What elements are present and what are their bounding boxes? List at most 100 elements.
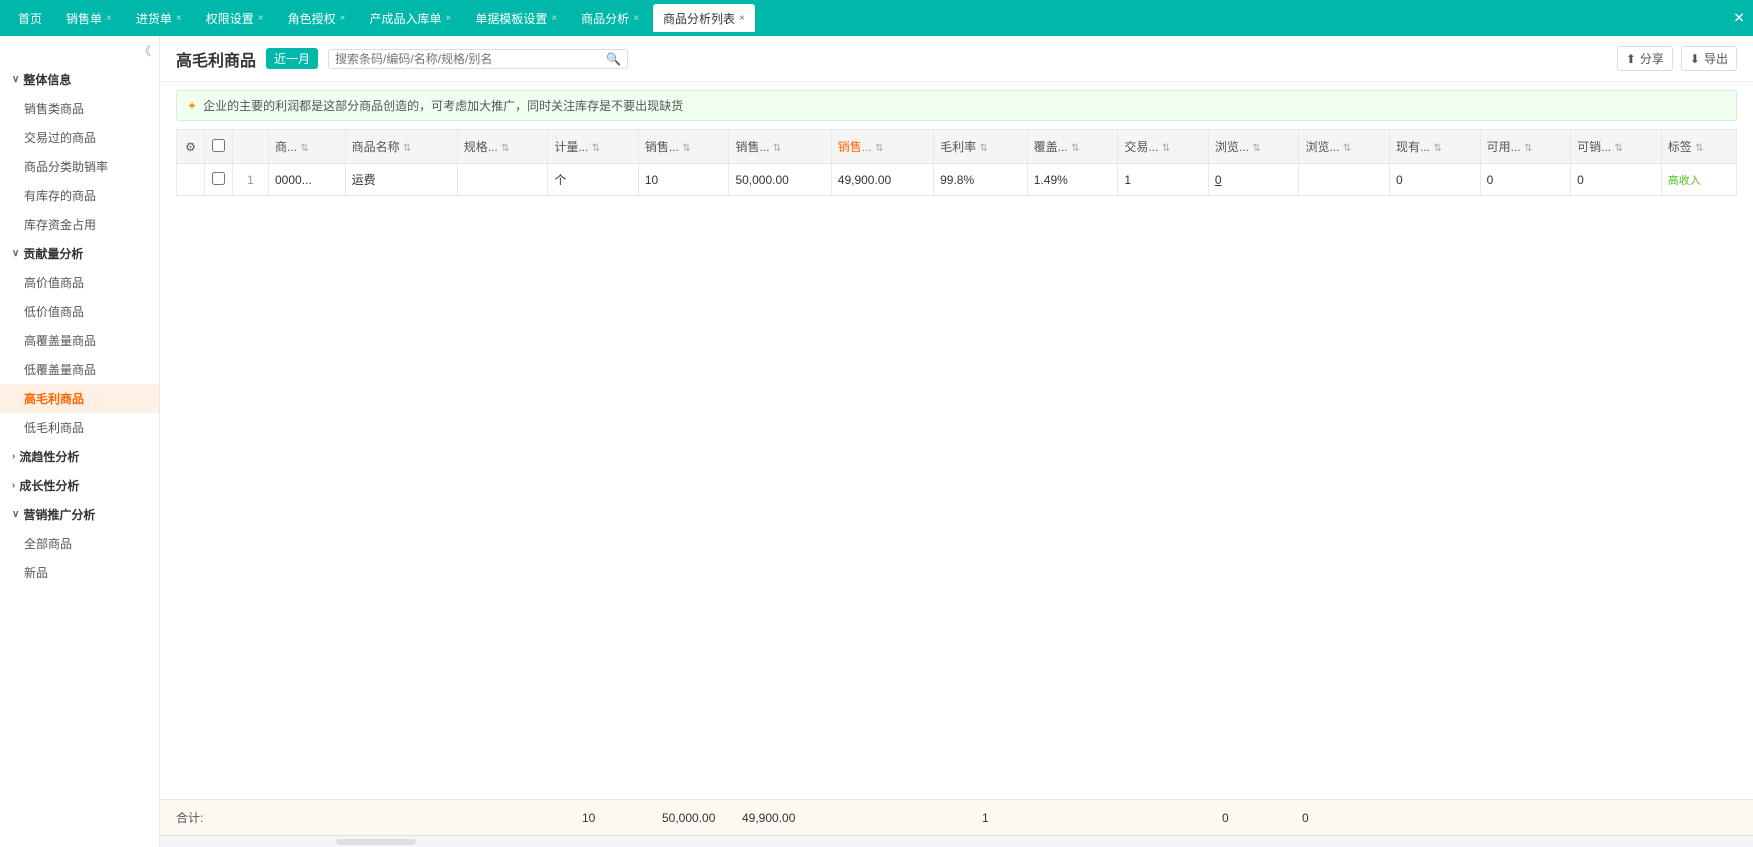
tab-purchase-order[interactable]: 进货单 × bbox=[126, 4, 192, 32]
col-header-settings[interactable]: ⚙ bbox=[177, 130, 205, 164]
search-icon[interactable]: 🔍 bbox=[606, 52, 621, 66]
row-checkbox[interactable] bbox=[212, 172, 225, 185]
data-table: ⚙ 商... ⇅ 商品名称 ⇅ bbox=[176, 129, 1737, 196]
sidebar-group-growth[interactable]: › 成长性分析 bbox=[0, 471, 159, 500]
tab-close-icon[interactable]: × bbox=[739, 13, 745, 24]
col-header-transaction[interactable]: 交易... ⇅ bbox=[1118, 130, 1209, 164]
tab-close-icon[interactable]: × bbox=[340, 13, 346, 24]
sidebar-group-overall[interactable]: ∨ 整体信息 bbox=[0, 65, 159, 94]
total-label: 合计: bbox=[176, 809, 226, 826]
col-header-current[interactable]: 现有... ⇅ bbox=[1390, 130, 1481, 164]
sidebar-item-low-value[interactable]: 低价值商品 bbox=[0, 297, 159, 326]
tab-home[interactable]: 首页 bbox=[8, 4, 52, 32]
sidebar-item-all-goods[interactable]: 全部商品 bbox=[0, 529, 159, 558]
col-header-name[interactable]: 商品名称 ⇅ bbox=[345, 130, 457, 164]
col-header-browse1[interactable]: 浏览... ⇅ bbox=[1208, 130, 1299, 164]
footer-cell-spec bbox=[466, 811, 526, 825]
tab-product-analysis-list[interactable]: 商品分析列表 × bbox=[653, 4, 755, 32]
top-navigation: 首页 销售单 × 进货单 × 权限设置 × 角色授权 × 产成品入库单 × 单据… bbox=[0, 0, 1753, 36]
cell-gross-margin: 99.8% bbox=[934, 164, 1028, 196]
sort-icon: ⇅ bbox=[682, 143, 690, 154]
tab-close-icon[interactable]: × bbox=[445, 13, 451, 24]
footer-browse1 bbox=[1056, 811, 1136, 825]
tab-close-icon[interactable]: × bbox=[633, 13, 639, 24]
close-all-tabs-icon[interactable]: ✕ bbox=[1733, 10, 1745, 27]
col-header-unit[interactable]: 计量... ⇅ bbox=[548, 130, 639, 164]
col-header-no bbox=[233, 130, 269, 164]
search-box: 🔍 bbox=[328, 49, 628, 69]
col-header-sale-profit[interactable]: 销售... ⇅ bbox=[831, 130, 933, 164]
sidebar-item-inventory-capital[interactable]: 库存资金占用 bbox=[0, 210, 159, 239]
sidebar-group-contribution[interactable]: ∨ 贡献量分析 bbox=[0, 239, 159, 268]
cell-sale-amt: 50,000.00 bbox=[729, 164, 831, 196]
tab-product-inbound[interactable]: 产成品入库单 × bbox=[359, 4, 461, 32]
sidebar-item-in-stock-goods[interactable]: 有库存的商品 bbox=[0, 181, 159, 210]
sidebar-item-sales-goods[interactable]: 销售类商品 bbox=[0, 94, 159, 123]
sidebar-item-category-rate[interactable]: 商品分类助销率 bbox=[0, 152, 159, 181]
cell-tag: 高收入 bbox=[1661, 164, 1736, 196]
sidebar-item-low-coverage[interactable]: 低覆盖量商品 bbox=[0, 355, 159, 384]
sidebar-item-low-margin[interactable]: 低毛利商品 bbox=[0, 413, 159, 442]
col-header-available[interactable]: 可用... ⇅ bbox=[1480, 130, 1571, 164]
cell-current: 0 bbox=[1390, 164, 1481, 196]
sidebar-item-traded-goods[interactable]: 交易过的商品 bbox=[0, 123, 159, 152]
col-header-spec[interactable]: 规格... ⇅ bbox=[457, 130, 548, 164]
footer-current: 0 bbox=[1216, 811, 1296, 825]
sort-icon: ⇅ bbox=[773, 143, 781, 154]
sidebar-item-high-value[interactable]: 高价值商品 bbox=[0, 268, 159, 297]
sidebar-group-marketing[interactable]: ∨ 营销推广分析 bbox=[0, 500, 159, 529]
scrollbar-thumb[interactable] bbox=[336, 839, 416, 845]
sidebar-group-trend[interactable]: › 流趋性分析 bbox=[0, 442, 159, 471]
cell-no: 1 bbox=[233, 164, 269, 196]
cell-browse2 bbox=[1299, 164, 1390, 196]
cell-sale-profit: 49,900.00 bbox=[831, 164, 933, 196]
tab-role-auth[interactable]: 角色授权 × bbox=[278, 4, 356, 32]
tab-close-icon[interactable]: × bbox=[106, 13, 112, 24]
export-button[interactable]: ⬇ 导出 bbox=[1681, 46, 1737, 71]
sidebar-collapse-button[interactable]: 《 bbox=[0, 36, 159, 65]
sort-icon: ⇅ bbox=[1162, 143, 1170, 154]
tab-close-icon[interactable]: × bbox=[258, 13, 264, 24]
col-header-sale-amt[interactable]: 销售... ⇅ bbox=[729, 130, 831, 164]
cell-check[interactable] bbox=[205, 164, 233, 196]
group-expand-icon: ∨ bbox=[12, 509, 19, 520]
sort-icon: ⇅ bbox=[1252, 143, 1260, 154]
footer-sale-amt: 50,000.00 bbox=[656, 811, 736, 825]
content-header: 高毛利商品 近一月 🔍 ⬆ 分享 ⬇ 导出 bbox=[160, 36, 1753, 82]
col-header-saleable[interactable]: 可销... ⇅ bbox=[1571, 130, 1662, 164]
search-input[interactable] bbox=[335, 52, 602, 66]
cell-browse1[interactable]: 0 bbox=[1208, 164, 1299, 196]
col-header-tag[interactable]: 标签 ⇅ bbox=[1661, 130, 1736, 164]
footer-sale-qty: 10 bbox=[576, 811, 656, 825]
col-header-code[interactable]: 商... ⇅ bbox=[269, 130, 346, 164]
sidebar-item-new-goods[interactable]: 新品 bbox=[0, 558, 159, 587]
footer-total: 合计: 10 50,000.00 49,900.00 1 0 0 bbox=[160, 799, 1753, 835]
sidebar-item-high-margin[interactable]: 高毛利商品 bbox=[0, 384, 159, 413]
select-all-checkbox[interactable] bbox=[212, 139, 225, 152]
footer-gross-margin bbox=[816, 811, 896, 825]
footer-browse2 bbox=[1136, 811, 1216, 825]
tab-product-analysis[interactable]: 商品分析 × bbox=[571, 4, 649, 32]
cell-transaction: 1 bbox=[1118, 164, 1209, 196]
footer-transaction: 1 bbox=[976, 811, 1056, 825]
col-header-gross-margin[interactable]: 毛利率 ⇅ bbox=[934, 130, 1028, 164]
header-actions: ⬆ 分享 ⬇ 导出 bbox=[1617, 46, 1737, 71]
tab-close-icon[interactable]: × bbox=[551, 13, 557, 24]
col-header-sale-qty[interactable]: 销售... ⇅ bbox=[638, 130, 729, 164]
notice-icon: ✦ bbox=[187, 99, 197, 113]
tab-template-settings[interactable]: 单据模板设置 × bbox=[465, 4, 567, 32]
col-header-coverage[interactable]: 覆盖... ⇅ bbox=[1027, 130, 1118, 164]
data-table-container: ⚙ 商... ⇅ 商品名称 ⇅ bbox=[160, 129, 1753, 799]
sidebar-item-high-coverage[interactable]: 高覆盖量商品 bbox=[0, 326, 159, 355]
tab-sales-order[interactable]: 销售单 × bbox=[56, 4, 122, 32]
export-icon: ⬇ bbox=[1690, 52, 1700, 66]
horizontal-scrollbar[interactable] bbox=[160, 835, 1753, 847]
tab-close-icon[interactable]: × bbox=[176, 13, 182, 24]
sort-icon: ⇅ bbox=[1071, 143, 1079, 154]
tab-permission-settings[interactable]: 权限设置 × bbox=[196, 4, 274, 32]
time-filter-button[interactable]: 近一月 bbox=[266, 48, 318, 69]
sort-icon: ⇅ bbox=[1343, 143, 1351, 154]
col-header-browse2[interactable]: 浏览... ⇅ bbox=[1299, 130, 1390, 164]
share-button[interactable]: ⬆ 分享 bbox=[1617, 46, 1673, 71]
sort-icon: ⇅ bbox=[875, 143, 883, 154]
